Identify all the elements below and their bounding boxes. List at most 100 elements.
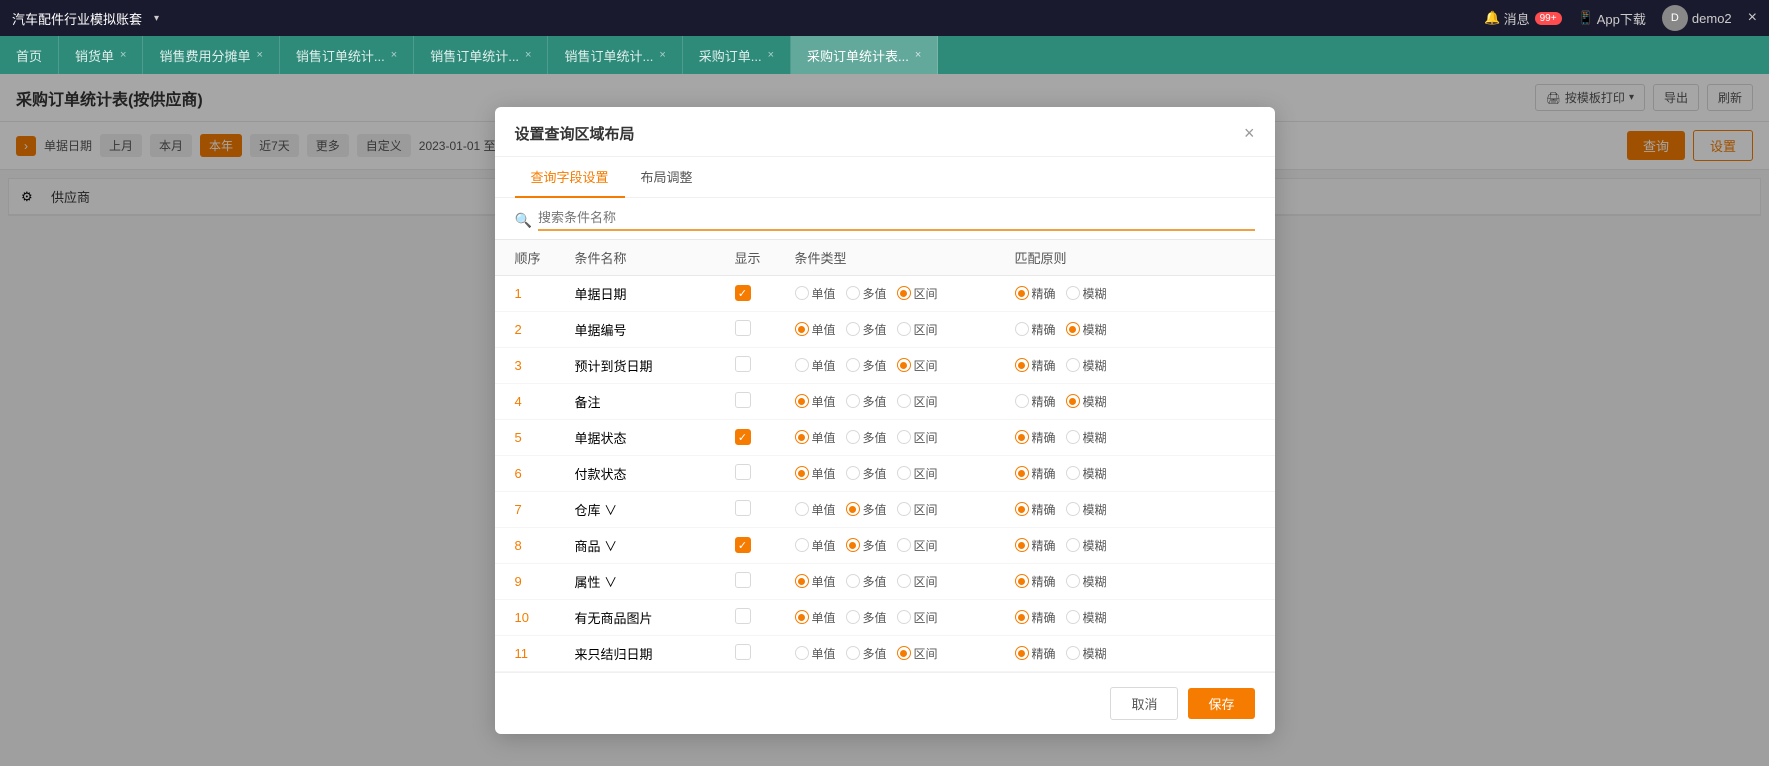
radio-match-exact[interactable]: 精确	[1015, 501, 1056, 518]
search-input[interactable]	[538, 210, 1255, 231]
dialog-tab-layout[interactable]: 布局调整	[625, 157, 709, 198]
radio-match-fuzzy[interactable]: 模糊	[1066, 645, 1107, 662]
radio-type-multi[interactable]: 多值	[846, 609, 887, 626]
radio-type-multi[interactable]: 多值	[846, 357, 887, 374]
radio-match-exact[interactable]: 精确	[1015, 573, 1056, 590]
checkbox[interactable]: ✓	[735, 537, 751, 553]
radio-match-exact[interactable]: 精确	[1015, 609, 1056, 626]
row-display-checkbox[interactable]	[735, 608, 795, 627]
dialog-tab-fields[interactable]: 查询字段设置	[515, 157, 625, 198]
radio-type-range[interactable]: 区间	[897, 393, 938, 410]
radio-type-range[interactable]: 区间	[897, 645, 938, 662]
tab-sales-close[interactable]: ×	[120, 49, 126, 61]
checkbox[interactable]	[735, 356, 751, 372]
tab-sales[interactable]: 销货单 ×	[59, 36, 143, 74]
close-window-btn[interactable]: ×	[1748, 9, 1757, 27]
radio-type-range[interactable]: 区间	[897, 429, 938, 446]
radio-type-single[interactable]: 单值	[795, 321, 836, 338]
tab-current-close[interactable]: ×	[915, 49, 921, 61]
app-download-btn[interactable]: 📱 App下载	[1578, 9, 1646, 28]
row-display-checkbox[interactable]	[735, 320, 795, 339]
radio-match-fuzzy[interactable]: 模糊	[1066, 393, 1107, 410]
tab-sales-order-stat[interactable]: 销售订单统计... ×	[280, 36, 414, 74]
tab-home[interactable]: 首页	[0, 36, 59, 74]
radio-type-single[interactable]: 单值	[795, 537, 836, 554]
row-display-checkbox[interactable]: ✓	[735, 537, 795, 554]
cancel-btn[interactable]: 取消	[1110, 687, 1178, 720]
radio-match-exact[interactable]: 精确	[1015, 465, 1056, 482]
row-display-checkbox[interactable]: ✓	[735, 285, 795, 302]
radio-type-multi[interactable]: 多值	[846, 285, 887, 302]
checkbox[interactable]	[735, 644, 751, 660]
checkbox[interactable]	[735, 608, 751, 624]
checkbox[interactable]	[735, 464, 751, 480]
radio-match-fuzzy[interactable]: 模糊	[1066, 573, 1107, 590]
radio-type-multi[interactable]: 多值	[846, 537, 887, 554]
radio-type-range[interactable]: 区间	[897, 465, 938, 482]
tab-purchase-stat2-close[interactable]: ×	[525, 49, 531, 61]
radio-type-multi[interactable]: 多值	[846, 429, 887, 446]
radio-type-single[interactable]: 单值	[795, 429, 836, 446]
radio-type-single[interactable]: 单值	[795, 501, 836, 518]
radio-match-exact[interactable]: 精确	[1015, 285, 1056, 302]
row-display-checkbox[interactable]	[735, 392, 795, 411]
radio-match-fuzzy[interactable]: 模糊	[1066, 609, 1107, 626]
radio-type-range[interactable]: 区间	[897, 501, 938, 518]
radio-type-multi[interactable]: 多值	[846, 501, 887, 518]
radio-type-single[interactable]: 单值	[795, 393, 836, 410]
radio-match-fuzzy[interactable]: 模糊	[1066, 501, 1107, 518]
radio-type-multi[interactable]: 多值	[846, 645, 887, 662]
tab-purchase-stat3-close[interactable]: ×	[659, 49, 665, 61]
radio-match-exact[interactable]: 精确	[1015, 357, 1056, 374]
radio-type-range[interactable]: 区间	[897, 321, 938, 338]
radio-match-exact[interactable]: 精确	[1015, 393, 1056, 410]
radio-match-exact[interactable]: 精确	[1015, 645, 1056, 662]
radio-type-single[interactable]: 单值	[795, 357, 836, 374]
tab-sales-order-stat-close[interactable]: ×	[391, 49, 397, 61]
checkbox[interactable]: ✓	[735, 285, 751, 301]
row-display-checkbox[interactable]	[735, 464, 795, 483]
checkbox[interactable]	[735, 572, 751, 588]
dialog-close-btn[interactable]: ×	[1244, 124, 1255, 142]
radio-type-single[interactable]: 单值	[795, 285, 836, 302]
app-dropdown-icon[interactable]: ▾	[154, 13, 159, 24]
radio-match-exact[interactable]: 精确	[1015, 429, 1056, 446]
radio-type-single[interactable]: 单值	[795, 609, 836, 626]
radio-match-fuzzy[interactable]: 模糊	[1066, 285, 1107, 302]
tab-purchase-stat4[interactable]: 采购订单... ×	[683, 36, 791, 74]
radio-match-exact[interactable]: 精确	[1015, 537, 1056, 554]
radio-type-multi[interactable]: 多值	[846, 393, 887, 410]
row-display-checkbox[interactable]	[735, 356, 795, 375]
radio-match-exact[interactable]: 精确	[1015, 321, 1056, 338]
radio-match-fuzzy[interactable]: 模糊	[1066, 321, 1107, 338]
save-btn[interactable]: 保存	[1188, 688, 1254, 719]
radio-type-range[interactable]: 区间	[897, 357, 938, 374]
radio-type-multi[interactable]: 多值	[846, 573, 887, 590]
radio-type-range[interactable]: 区间	[897, 285, 938, 302]
tab-purchase-stat4-close[interactable]: ×	[768, 49, 774, 61]
tab-purchase-stat3[interactable]: 销售订单统计... ×	[548, 36, 682, 74]
user-menu[interactable]: D demo2	[1662, 5, 1732, 31]
checkbox[interactable]: ✓	[735, 429, 751, 445]
tab-sales-cost[interactable]: 销售费用分摊单 ×	[143, 36, 279, 74]
checkbox[interactable]	[735, 500, 751, 516]
radio-type-range[interactable]: 区间	[897, 609, 938, 626]
checkbox[interactable]	[735, 392, 751, 408]
radio-type-single[interactable]: 单值	[795, 645, 836, 662]
tab-purchase-stat2[interactable]: 销售订单统计... ×	[414, 36, 548, 74]
radio-type-single[interactable]: 单值	[795, 465, 836, 482]
radio-type-multi[interactable]: 多值	[846, 465, 887, 482]
radio-type-multi[interactable]: 多值	[846, 321, 887, 338]
radio-type-single[interactable]: 单值	[795, 573, 836, 590]
radio-match-fuzzy[interactable]: 模糊	[1066, 465, 1107, 482]
row-display-checkbox[interactable]	[735, 644, 795, 663]
checkbox[interactable]	[735, 320, 751, 336]
radio-type-range[interactable]: 区间	[897, 537, 938, 554]
radio-type-range[interactable]: 区间	[897, 573, 938, 590]
row-display-checkbox[interactable]	[735, 572, 795, 591]
radio-match-fuzzy[interactable]: 模糊	[1066, 429, 1107, 446]
tab-sales-cost-close[interactable]: ×	[256, 49, 262, 61]
radio-match-fuzzy[interactable]: 模糊	[1066, 357, 1107, 374]
tab-current[interactable]: 采购订单统计表... ×	[791, 36, 938, 74]
row-display-checkbox[interactable]	[735, 500, 795, 519]
